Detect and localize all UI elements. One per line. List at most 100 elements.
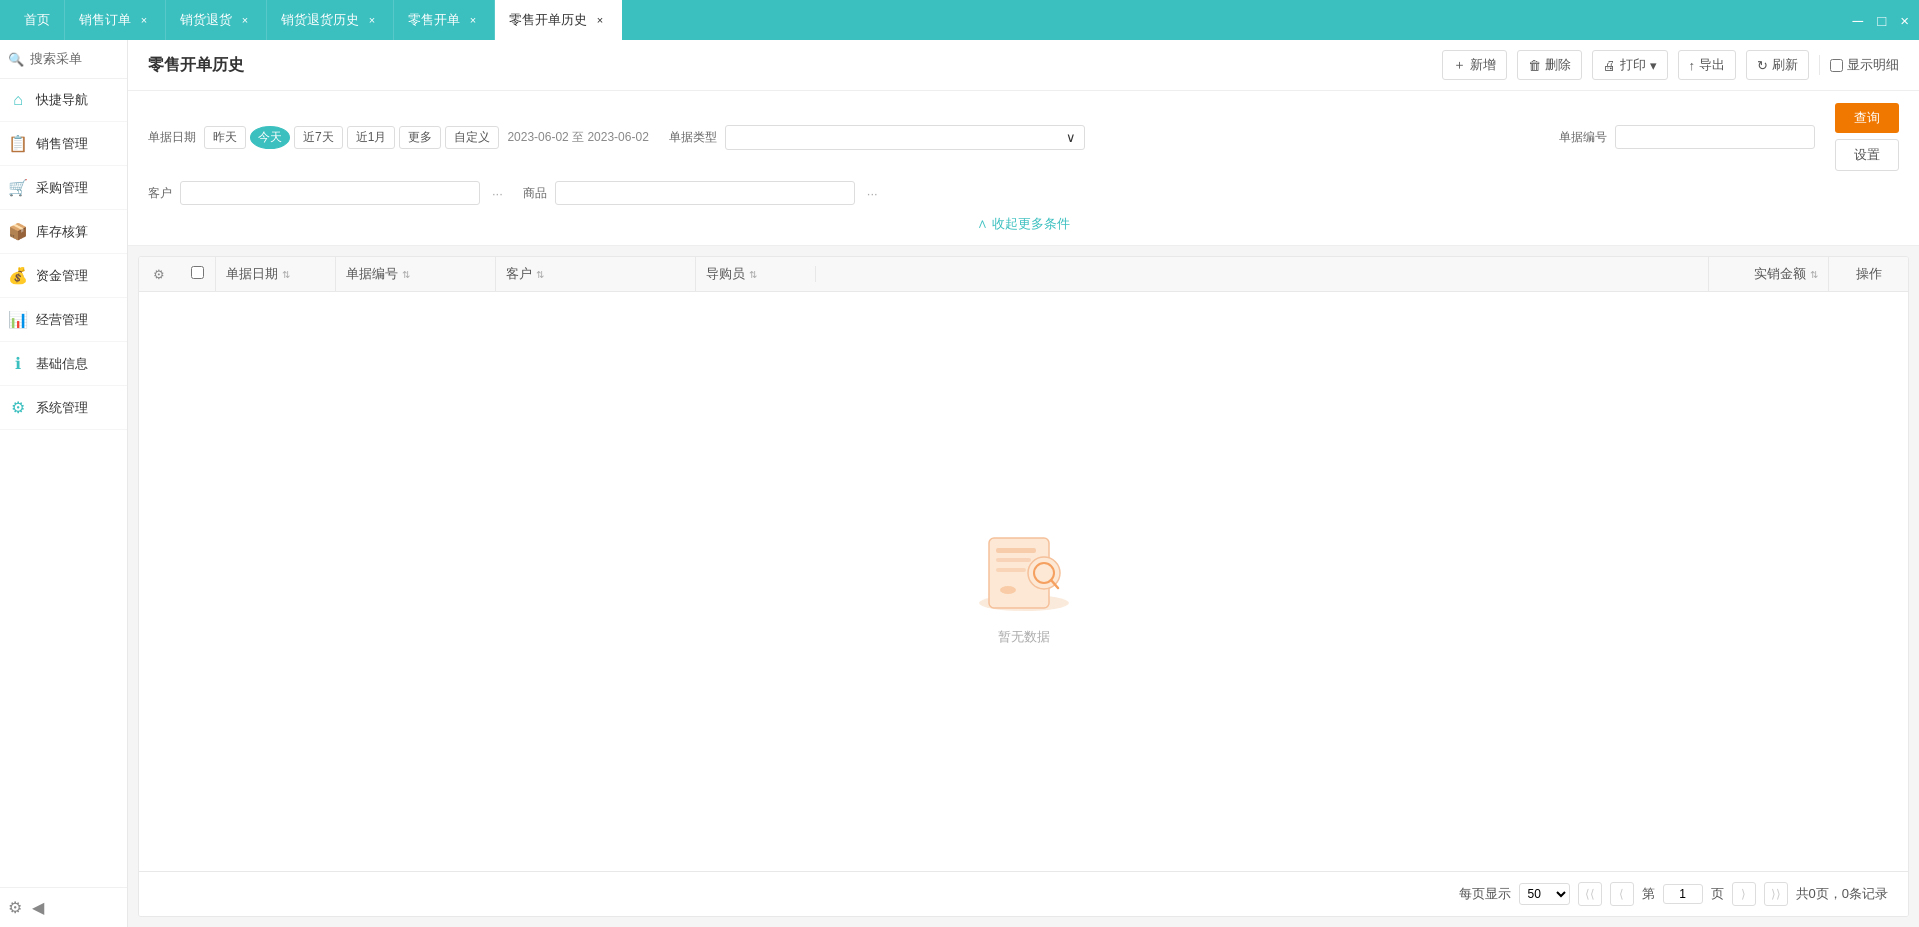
export-button[interactable]: ↑ 导出 [1678,50,1737,80]
last-page-btn[interactable]: ⟩⟩ [1764,882,1788,906]
close-tab-retail-history[interactable]: × [593,13,607,27]
customer-dots[interactable]: ··· [492,186,503,201]
sidebar-item-basic-info[interactable]: ℹ 基础信息 [0,342,127,386]
filter-row-2: 客户 ··· 商品 ··· [148,181,1899,205]
th-amount[interactable]: 实销金额 ⇅ [1708,257,1828,291]
tab-return[interactable]: 销货退货 × [166,0,267,40]
customer-input[interactable] [180,181,480,205]
pagination: 每页显示 50 100 200 ⟨⟨ ⟨ 第 页 ⟩ ⟩⟩ 共0页，0条记录 [139,871,1908,916]
goods-dots[interactable]: ··· [867,186,878,201]
display-col-checkbox[interactable] [1830,59,1843,72]
filter-row-1: 单据日期 昨天 今天 近7天 近1月 更多 自定义 2023-06-02 至 2… [148,103,1899,171]
goods-input[interactable] [555,181,855,205]
set-button[interactable]: 设置 [1835,139,1899,171]
maximize-btn[interactable]: □ [1877,12,1886,29]
settings-icon[interactable]: ⚙ [8,898,22,917]
date-btn-1month[interactable]: 近1月 [347,126,396,149]
next-page-btn[interactable]: ⟩ [1732,882,1756,906]
header-actions: ＋ 新增 🗑 删除 🖨 打印 ▾ ↑ 导出 ↻ 刷新 [1442,50,1900,80]
svg-point-8 [1000,586,1016,594]
close-tab-retail-open[interactable]: × [466,13,480,27]
date-btn-7days[interactable]: 近7天 [294,126,343,149]
display-col-toggle[interactable]: 显示明细 [1830,56,1899,74]
num-sort-icon: ⇅ [402,269,410,280]
tab-return-history[interactable]: 销货退货历史 × [267,0,394,40]
date-range-text: 2023-06-02 至 2023-06-02 [507,129,648,146]
th-num[interactable]: 单据编号 ⇅ [335,257,495,291]
sidebar-search[interactable]: 🔍 搜索采单 [0,40,127,79]
finance-icon: 💰 [8,266,28,285]
sidebar-item-management[interactable]: 📊 经营管理 [0,298,127,342]
refresh-button[interactable]: ↻ 刷新 [1746,50,1809,80]
date-btn-yesterday[interactable]: 昨天 [204,126,246,149]
collapse-sidebar-icon[interactable]: ◀ [32,898,44,917]
export-icon: ↑ [1689,58,1696,73]
table-settings-icon[interactable]: ⚙ [139,259,179,290]
window-controls: ─ □ × [1853,12,1909,29]
th-guide[interactable]: 导购员 ⇅ [695,257,815,291]
collapse-filter-btn[interactable]: ∧ 收起更多条件 [148,215,1899,233]
search-icon: 🔍 [8,52,24,67]
table-body: 暂无数据 [139,292,1908,871]
per-page-select[interactable]: 50 100 200 [1519,883,1570,905]
delete-button[interactable]: 🗑 删除 [1517,50,1582,80]
select-all-checkbox[interactable] [191,266,204,279]
close-tab-sales-order[interactable]: × [137,13,151,27]
type-select[interactable]: ∨ [725,125,1085,150]
print-button[interactable]: 🖨 打印 ▾ [1592,50,1668,80]
th-date[interactable]: 单据日期 ⇅ [215,257,335,291]
sidebar-item-sales[interactable]: 📋 销售管理 [0,122,127,166]
th-customer[interactable]: 客户 ⇅ [495,257,695,291]
tab-sales-order[interactable]: 销售订单 × [65,0,166,40]
sidebar-item-inventory[interactable]: 📦 库存核算 [0,210,127,254]
top-navigation: 首页 销售订单 × 销货退货 × 销货退货历史 × 零售开单 × 零售开单历史 … [0,0,1919,40]
empty-illustration [964,518,1084,618]
table-select-all[interactable] [179,258,215,290]
purchase-icon: 🛒 [8,178,28,197]
query-button[interactable]: 查询 [1835,103,1899,133]
filter-customer: 客户 ··· [148,181,503,205]
page-input[interactable] [1663,884,1703,904]
print-icon: 🖨 [1603,58,1616,73]
svg-rect-2 [996,548,1036,553]
filter-goods: 商品 ··· [523,181,878,205]
page-label: 第 [1642,885,1655,903]
date-btn-more[interactable]: 更多 [399,126,441,149]
sidebar: 🔍 搜索采单 ⌂ 快捷导航 📋 销售管理 🛒 采购管理 📦 库存核算 💰 资金管… [0,40,128,927]
num-input[interactable] [1615,125,1815,149]
management-icon: 📊 [8,310,28,329]
query-set-group: 查询 设置 [1835,103,1899,171]
tab-retail-open[interactable]: 零售开单 × [394,0,495,40]
date-shortcuts: 昨天 今天 近7天 近1月 更多 自定义 [204,126,499,149]
filter-type: 单据类型 ∨ [669,125,1539,150]
guide-sort-icon: ⇅ [749,269,757,280]
filter-date: 单据日期 昨天 今天 近7天 近1月 更多 自定义 2023-06-02 至 2… [148,126,649,149]
type-select-arrow: ∨ [1066,130,1076,145]
filter-area: 单据日期 昨天 今天 近7天 近1月 更多 自定义 2023-06-02 至 2… [128,91,1919,246]
tab-retail-history[interactable]: 零售开单历史 × [495,0,622,40]
per-page-label: 每页显示 [1459,885,1511,903]
sidebar-item-purchase[interactable]: 🛒 采购管理 [0,166,127,210]
sidebar-item-system[interactable]: ⚙ 系统管理 [0,386,127,430]
close-tab-return[interactable]: × [238,13,252,27]
page-title: 零售开单历史 [148,55,244,76]
tab-home[interactable]: 首页 [10,0,65,40]
system-icon: ⚙ [8,398,28,417]
date-btn-today[interactable]: 今天 [250,126,290,149]
add-button[interactable]: ＋ 新增 [1442,50,1507,80]
prev-page-btn[interactable]: ⟨ [1610,882,1634,906]
first-page-btn[interactable]: ⟨⟨ [1578,882,1602,906]
info-icon: ℹ [8,354,28,373]
sidebar-item-finance[interactable]: 💰 资金管理 [0,254,127,298]
page-header: 零售开单历史 ＋ 新增 🗑 删除 🖨 打印 ▾ ↑ 导出 [128,40,1919,91]
sidebar-item-quick-nav[interactable]: ⌂ 快捷导航 [0,79,127,122]
sidebar-bottom: ⚙ ◀ [0,887,127,927]
inventory-icon: 📦 [8,222,28,241]
window-close-btn[interactable]: × [1900,12,1909,29]
minimize-btn[interactable]: ─ [1853,12,1864,29]
close-tab-return-history[interactable]: × [365,13,379,27]
date-btn-custom[interactable]: 自定义 [445,126,499,149]
svg-rect-4 [996,568,1026,572]
separator [1819,55,1820,75]
empty-text: 暂无数据 [998,628,1050,646]
